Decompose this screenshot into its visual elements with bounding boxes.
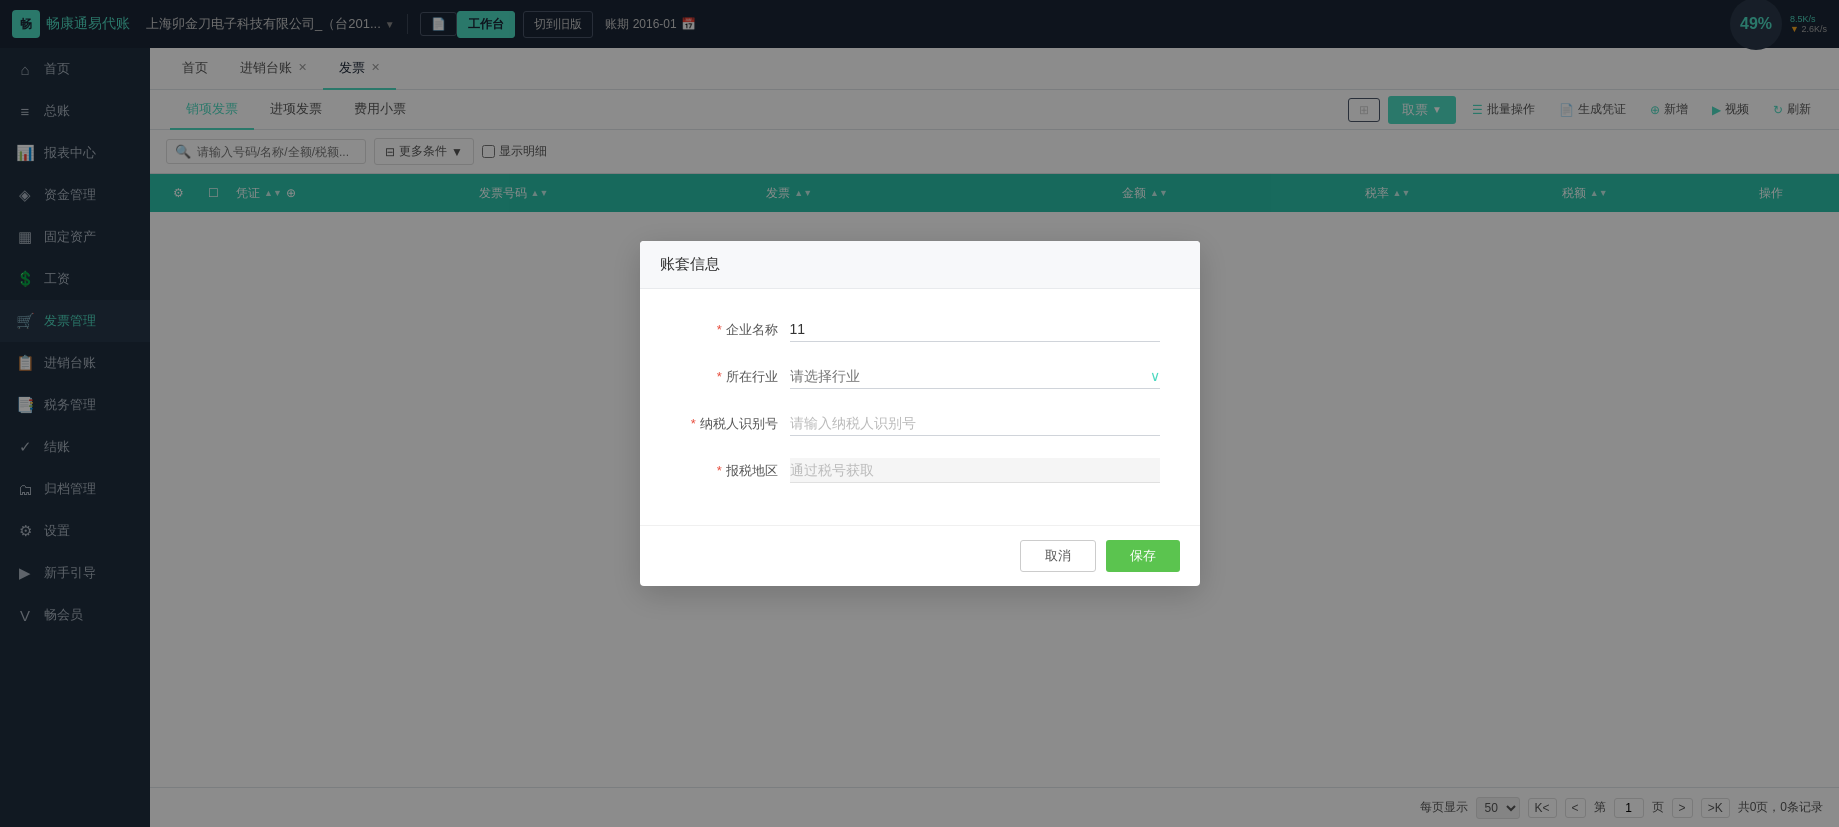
tax-id-label: * 纳税人识别号 <box>680 415 790 433</box>
dialog-header: 账套信息 <box>640 241 1200 289</box>
dialog-body: * 企业名称 * 所在行业 ∨ * 纳税人识 <box>640 289 1200 525</box>
tax-region-label: * 报税地区 <box>680 462 790 480</box>
company-name-label: * 企业名称 <box>680 321 790 339</box>
required-star-2: * <box>717 369 722 384</box>
tax-id-input[interactable] <box>790 411 1160 436</box>
required-star: * <box>717 322 722 337</box>
form-row-company: * 企业名称 <box>680 317 1160 342</box>
required-star-4: * <box>717 463 722 478</box>
form-row-tax-region: * 报税地区 <box>680 458 1160 483</box>
industry-input[interactable] <box>790 368 1150 384</box>
dialog-title: 账套信息 <box>660 255 720 272</box>
save-button[interactable]: 保存 <box>1106 540 1180 572</box>
form-row-tax-id: * 纳税人识别号 <box>680 411 1160 436</box>
dialog-footer: 取消 保存 <box>640 525 1200 586</box>
form-row-industry: * 所在行业 ∨ <box>680 364 1160 389</box>
company-name-input[interactable] <box>790 317 1160 342</box>
cancel-button[interactable]: 取消 <box>1020 540 1096 572</box>
required-star-3: * <box>691 416 696 431</box>
industry-select-wrap[interactable]: ∨ <box>790 364 1160 389</box>
industry-label: * 所在行业 <box>680 368 790 386</box>
account-info-dialog: 账套信息 * 企业名称 * 所在行业 ∨ <box>640 241 1200 586</box>
modal-overlay: 账套信息 * 企业名称 * 所在行业 ∨ <box>0 0 1839 827</box>
tax-region-input <box>790 458 1160 483</box>
industry-chevron-icon[interactable]: ∨ <box>1150 368 1160 384</box>
